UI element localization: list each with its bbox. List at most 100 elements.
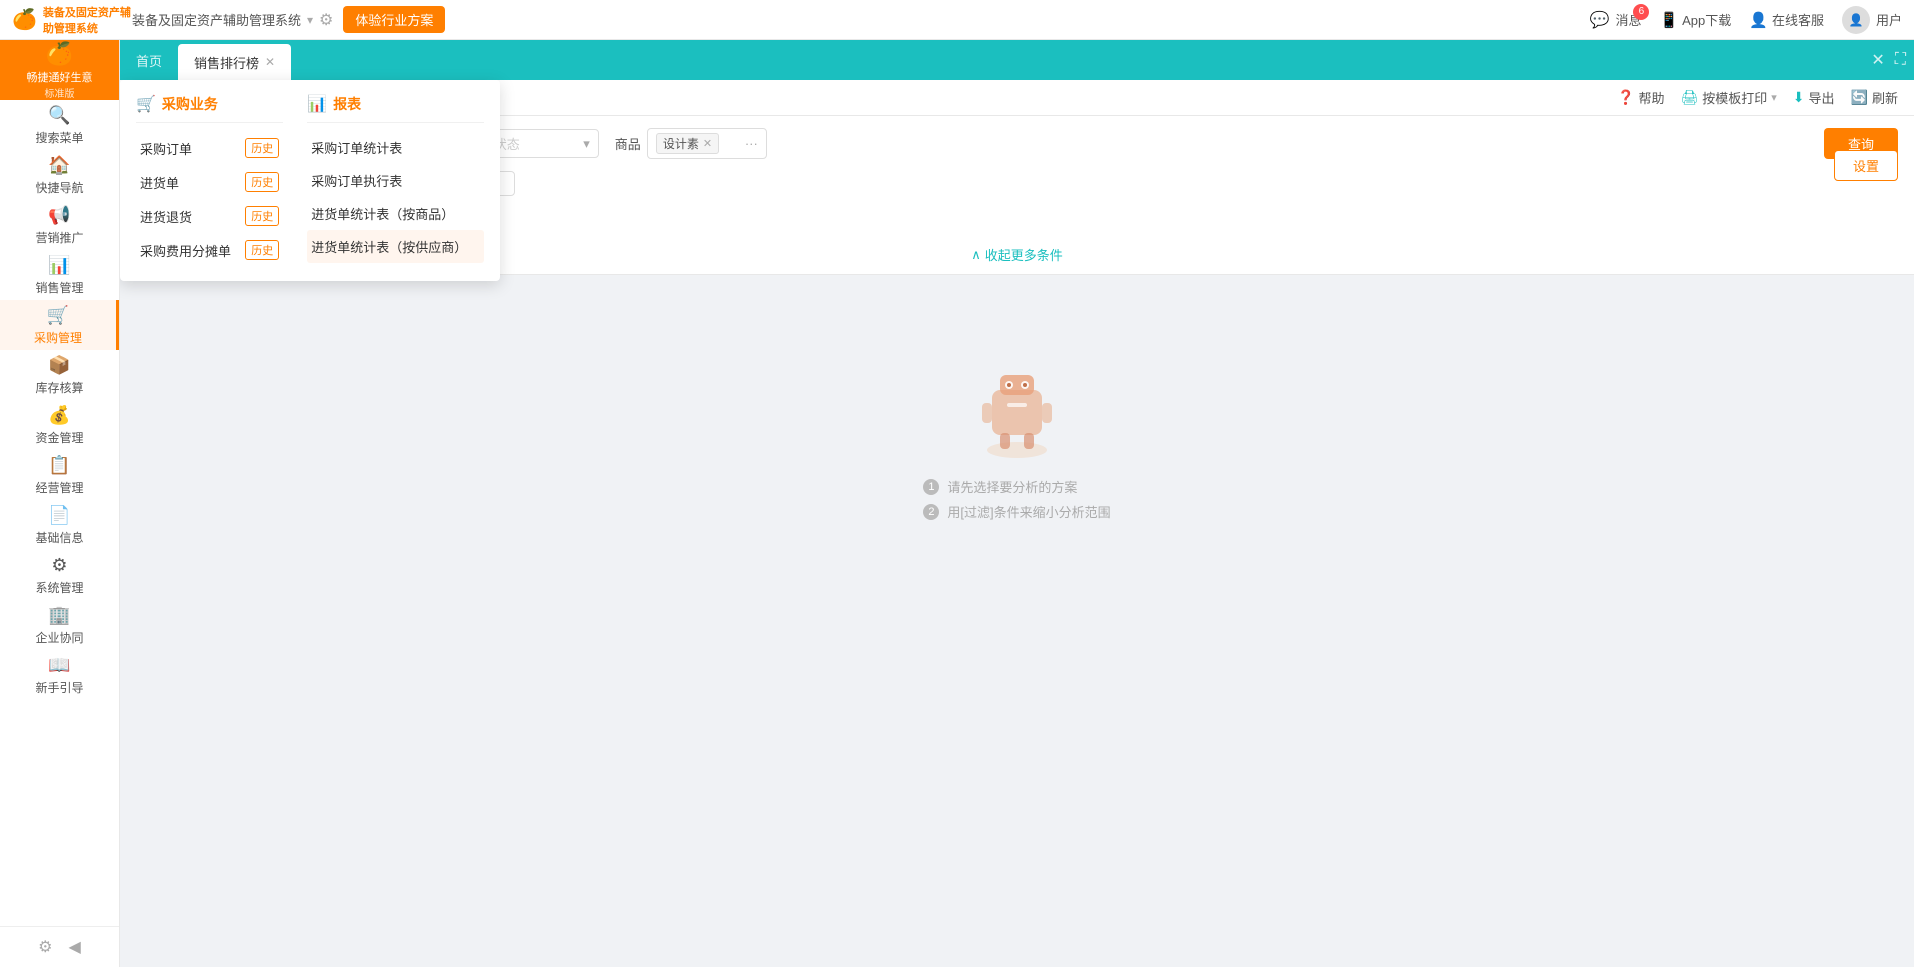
empty-illustration (962, 355, 1072, 465)
filter-goods: 商品 设计素 ✕ ··· (615, 128, 767, 159)
receipt-stats-goods-label: 进货单统计表（按商品） (311, 207, 454, 222)
purchase-order-history-badge: 历史 (245, 138, 279, 158)
sidebar-logo: 🍊 畅捷通好生意 标准版 (0, 40, 119, 100)
expense-label: 采购费用分摊单 (140, 241, 231, 260)
goods-dots[interactable]: ··· (745, 136, 758, 151)
tab-bar-right-actions: ✕ ⛶ (1871, 50, 1914, 70)
app-download-label: App下载 (1682, 10, 1731, 29)
export-btn[interactable]: ⬇ 导出 (1793, 88, 1835, 107)
logo-icon-top: 🍊 (12, 7, 37, 32)
finance-icon: 💰 (48, 405, 70, 426)
app-icon: 📱 (1659, 11, 1678, 29)
empty-tip-1: 1 请先选择要分析的方案 (923, 477, 1110, 496)
finance-label: 资金管理 (35, 429, 83, 446)
help-btn[interactable]: ❓ 帮助 (1617, 88, 1664, 107)
logo-main-text: 畅捷通好生意 (27, 69, 93, 85)
sidebar-item-quick-nav[interactable]: 🏠 快捷导航 (0, 150, 119, 200)
basic-info-icon: 📄 (48, 505, 70, 526)
sidebar-item-enterprise[interactable]: 🏢 企业协同 (0, 600, 119, 650)
dropdown-item-return[interactable]: 进货退货 历史 (136, 199, 283, 233)
goods-tag: 设计素 ✕ ··· (647, 128, 767, 159)
return-history-badge: 历史 (245, 206, 279, 226)
dropdown-item-purchase-order[interactable]: 采购订单 历史 (136, 131, 283, 165)
title-arrow-icon[interactable]: ▾ (307, 13, 313, 27)
sidebar-item-system[interactable]: ⚙ 系统管理 (0, 550, 119, 600)
print-arrow: ▾ (1771, 91, 1777, 104)
tab-close-page-icon[interactable]: ✕ (1871, 50, 1884, 70)
message-icon: 💬 (1590, 10, 1610, 30)
sidebar-settings-icon[interactable]: ⚙ (38, 937, 52, 957)
sidebar-item-marketing[interactable]: 📢 营销推广 (0, 200, 119, 250)
app-download-group[interactable]: 📱 App下载 (1659, 10, 1731, 29)
order-stats-label: 采购订单统计表 (311, 141, 402, 156)
empty-svg-icon (962, 355, 1072, 465)
sidebar-item-guide[interactable]: 📖 新手引导 (0, 650, 119, 700)
guide-icon: 📖 (48, 655, 70, 676)
system-label: 系统管理 (35, 579, 83, 596)
tab-sales-ranking-label: 销售排行榜 (194, 53, 259, 72)
sidebar-item-operations[interactable]: 📋 经营管理 (0, 450, 119, 500)
sidebar-item-inventory[interactable]: 📦 库存核算 (0, 350, 119, 400)
marketing-icon: 📢 (48, 205, 70, 226)
sidebar-item-sales[interactable]: 📊 销售管理 (0, 250, 119, 300)
quick-nav-label: 快捷导航 (35, 179, 83, 196)
col2-title-text: 报表 (333, 94, 361, 114)
doc-status-arrow: ▾ (583, 136, 590, 152)
refresh-btn[interactable]: 🔄 刷新 (1851, 88, 1898, 107)
inventory-icon: 📦 (48, 355, 70, 376)
print-icon: 🖨 (1680, 89, 1698, 106)
help-icon: ❓ (1617, 89, 1634, 106)
logo-sub-text: 标准版 (45, 85, 75, 100)
goods-tag-value: 设计素 ✕ (656, 133, 719, 154)
dropdown-item-receipt[interactable]: 进货单 历史 (136, 165, 283, 199)
goods-tag-close[interactable]: ✕ (703, 137, 712, 150)
print-btn[interactable]: 🖨 按模板打印 ▾ (1680, 88, 1776, 107)
search-nav-label: 搜索菜单 (35, 129, 83, 146)
online-service-label: 在线客服 (1772, 10, 1824, 29)
tab-home[interactable]: 首页 (120, 40, 178, 80)
online-service-group[interactable]: 👤 在线客服 (1749, 10, 1824, 29)
guide-label: 新手引导 (35, 679, 83, 696)
order-exec-label: 采购订单执行表 (311, 174, 402, 189)
dropdown-col-purchase: 🛒 采购业务 采购订单 历史 进货单 历史 进货退货 (136, 94, 283, 267)
dropdown-item-expense[interactable]: 采购费用分摊单 历史 (136, 233, 283, 267)
dropdown-item-receipt-stats-goods[interactable]: 进货单统计表（按商品） (307, 197, 484, 230)
dropdown-item-order-exec[interactable]: 采购订单执行表 (307, 164, 484, 197)
search-nav-icon: 🔍 (48, 105, 70, 126)
system-title-text: 装备及固定资产辅助管理系统 (132, 10, 301, 29)
help-label: 帮助 (1638, 88, 1664, 107)
refresh-icon: 🔄 (1851, 89, 1868, 106)
refresh-label: 刷新 (1872, 88, 1898, 107)
industry-btn[interactable]: 体验行业方案 (343, 6, 445, 33)
operations-icon: 📋 (48, 455, 70, 476)
collapse-label: 收起更多条件 (985, 245, 1063, 264)
settings-icon-top[interactable]: ⚙ (319, 10, 333, 30)
tab-sales-ranking[interactable]: 销售排行榜 ✕ (178, 44, 291, 80)
message-group[interactable]: 💬 6 消息 (1590, 10, 1642, 30)
dropdown-item-order-stats[interactable]: 采购订单统计表 (307, 131, 484, 164)
empty-state: 1 请先选择要分析的方案 2 用[过滤]条件来缩小分析范围 (120, 275, 1914, 601)
enterprise-label: 企业协同 (35, 629, 83, 646)
collapse-btn[interactable]: ∧ 收起更多条件 (971, 245, 1063, 264)
purchase-dropdown-overlay: 🛒 采购业务 采购订单 历史 进货单 历史 进货退货 (120, 80, 500, 281)
topbar-right: 💬 6 消息 📱 App下载 👤 在线客服 👤 用户 (1590, 6, 1902, 34)
tab-expand-icon[interactable]: ⛶ (1895, 51, 1906, 69)
tip-1-text: 请先选择要分析的方案 (947, 477, 1077, 496)
tab-close-icon[interactable]: ✕ (265, 55, 275, 69)
sidebar-item-finance[interactable]: 💰 资金管理 (0, 400, 119, 450)
step-num-1: 1 (923, 479, 939, 495)
receipt-history-badge: 历史 (245, 172, 279, 192)
enterprise-icon: 🏢 (48, 605, 70, 626)
sidebar-collapse-icon[interactable]: ◀ (69, 937, 81, 957)
col1-icon: 🛒 (136, 94, 156, 114)
system-icon: ⚙ (51, 555, 67, 576)
dropdown-item-receipt-stats-supplier[interactable]: 进货单统计表（按供应商） (307, 230, 484, 263)
sidebar-item-basic-info[interactable]: 📄 基础信息 (0, 500, 119, 550)
purchase-label: 采购管理 (34, 329, 82, 346)
sidebar-item-purchase[interactable]: 🛒 采购管理 (0, 300, 119, 350)
inventory-label: 库存核算 (35, 379, 83, 396)
settings-button[interactable]: 设置 (1834, 150, 1898, 181)
sidebar-item-search[interactable]: 🔍 搜索菜单 (0, 100, 119, 150)
system-title-area: 装备及固定资产辅助管理系统 ▾ ⚙ (132, 10, 333, 30)
user-group[interactable]: 👤 用户 (1842, 6, 1902, 34)
